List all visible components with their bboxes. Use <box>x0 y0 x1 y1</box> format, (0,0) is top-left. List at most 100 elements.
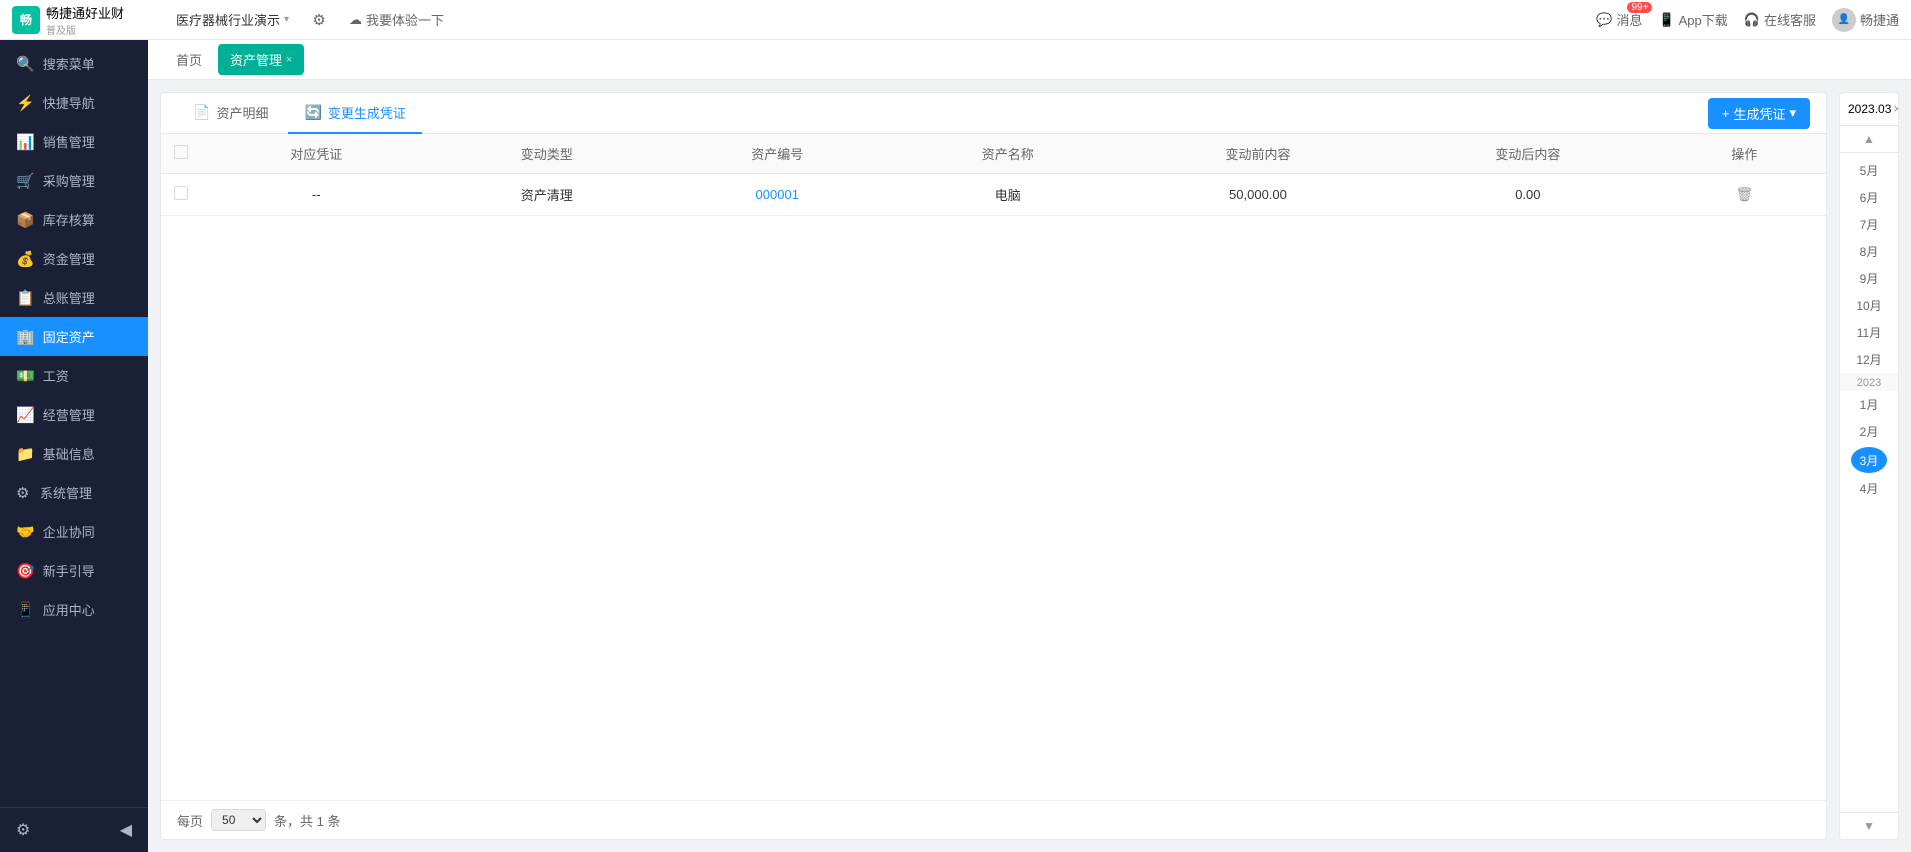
calendar-month-10[interactable]: 10月 <box>1840 292 1898 319</box>
calendar-month-7[interactable]: 7月 <box>1840 211 1898 238</box>
calendar-month-5[interactable]: 5月 <box>1840 157 1898 184</box>
calendar-months: 5月 6月 7月 8月 9月 10月 11月 12月 2023 1月 2月 3月… <box>1840 153 1898 812</box>
sidebar-item-label: 采购管理 <box>43 171 95 190</box>
chart-icon: 📊 <box>16 133 35 151</box>
calendar-month-6[interactable]: 6月 <box>1840 184 1898 211</box>
sidebar-item-ledger[interactable]: 📋 总账管理 <box>0 278 148 317</box>
th-asset-code: 资产编号 <box>662 134 893 174</box>
asset-table: 对应凭证 变动类型 资产编号 资产名称 变动前内容 变动后内容 操作 <box>161 134 1826 216</box>
sidebar-item-purchase[interactable]: 🛒 采购管理 <box>0 161 148 200</box>
sidebar-item-label: 库存核算 <box>43 210 95 229</box>
box-icon: 📦 <box>16 211 35 229</box>
sidebar-item-label: 应用中心 <box>43 600 95 619</box>
per-page-select[interactable]: 50 10 20 100 <box>211 809 266 831</box>
sidebar-footer: ⚙ ◀ <box>0 807 148 852</box>
sidebar-item-basic-info[interactable]: 📁 基础信息 <box>0 434 148 473</box>
sidebar-item-sales[interactable]: 📊 销售管理 <box>0 122 148 161</box>
sidebar-item-label: 搜索菜单 <box>43 54 95 73</box>
user-menu[interactable]: 👤 畅捷通 <box>1832 8 1899 32</box>
row-checkbox[interactable] <box>174 186 188 200</box>
tab-home[interactable]: 首页 <box>164 44 214 75</box>
delete-button[interactable]: 🗑 <box>1730 184 1760 205</box>
th-change-type: 变动类型 <box>432 134 663 174</box>
sidebar-item-fixed-assets[interactable]: 🏢 固定资产 <box>0 317 148 356</box>
folder-icon: 📁 <box>16 445 35 463</box>
salary-icon: 💵 <box>16 367 35 385</box>
service-icon: 🎧 <box>1744 12 1760 28</box>
table-wrapper: 对应凭证 变动类型 资产编号 资产名称 变动前内容 变动后内容 操作 <box>161 134 1826 800</box>
money-icon: 💰 <box>16 250 35 268</box>
select-all-checkbox[interactable] <box>174 145 188 159</box>
generate-voucher-button[interactable]: + 生成凭证 ▾ <box>1708 98 1810 129</box>
experience-button[interactable]: ☁ 我要体验一下 <box>341 6 452 33</box>
sidebar: 🔍 搜索菜单 ⚡ 快捷导航 📊 销售管理 🛒 采购管理 📦 库存核算 💰 <box>0 40 148 852</box>
sidebar-item-label: 工资 <box>43 366 69 385</box>
td-asset-code: 000001 <box>662 174 893 216</box>
sidebar-item-label: 系统管理 <box>40 483 92 502</box>
lightning-icon: ⚡ <box>16 94 35 112</box>
year-2023-label: 2023 <box>1840 373 1898 391</box>
app-download-button[interactable]: 📱 App下载 <box>1658 10 1727 29</box>
company-selector[interactable]: 医疗器械行业演示 ▾ <box>168 6 297 33</box>
td-before-change: 50,000.00 <box>1123 174 1393 216</box>
tab-asset-management[interactable]: 资产管理 × <box>218 44 304 75</box>
messages-badge: 99+ <box>1627 2 1652 13</box>
building-icon: 🏢 <box>16 328 35 346</box>
sub-tab-asset-detail[interactable]: 📄 资产明细 <box>177 93 284 134</box>
sub-tab-change-voucher[interactable]: 🔄 变更生成凭证 <box>288 93 421 134</box>
sidebar-item-inventory[interactable]: 📦 库存核算 <box>0 200 148 239</box>
close-icon[interactable]: × <box>1891 99 1899 119</box>
table-header-row: 对应凭证 变动类型 资产编号 资产名称 变动前内容 变动后内容 操作 <box>161 134 1826 174</box>
logo-icon: 畅 <box>12 6 40 34</box>
page-tabs: 首页 资产管理 × <box>148 40 1911 80</box>
calendar-month-4[interactable]: 4月 <box>1840 475 1898 502</box>
settings-icon[interactable]: ⚙ <box>305 6 333 34</box>
sidebar-item-label: 企业协同 <box>43 522 95 541</box>
calendar-title: 2023.03 <box>1848 102 1891 116</box>
total-label: 条，共 1 条 <box>274 811 340 830</box>
calendar-month-12[interactable]: 12月 <box>1840 346 1898 373</box>
prev-year-icon[interactable]: ▲ <box>1861 130 1877 148</box>
logo-text: 畅捷通好业财 普及版 <box>46 3 124 37</box>
asset-panel: 📄 资产明细 🔄 变更生成凭证 + 生成凭证 ▾ <box>160 92 1827 840</box>
footer-settings-icon[interactable]: ⚙ <box>12 816 34 844</box>
sidebar-item-label: 快捷导航 <box>43 93 95 112</box>
gear-icon: ⚙ <box>16 484 32 502</box>
calendar-month-3-active[interactable]: 3月 <box>1851 447 1887 473</box>
pagination-bar: 每页 50 10 20 100 条，共 1 条 <box>161 800 1826 839</box>
messages-button[interactable]: 💬 消息 99+ <box>1596 10 1642 29</box>
calendar-month-1[interactable]: 1月 <box>1840 391 1898 418</box>
ledger-icon: 📋 <box>16 289 35 307</box>
online-service-button[interactable]: 🎧 在线客服 <box>1744 10 1816 29</box>
change-icon: 🔄 <box>304 104 321 121</box>
th-after-change: 变动后内容 <box>1393 134 1663 174</box>
calendar-month-2[interactable]: 2月 <box>1840 418 1898 445</box>
calendar-month-11[interactable]: 11月 <box>1840 319 1898 346</box>
sidebar-item-cooperation[interactable]: 🤝 企业协同 <box>0 512 148 551</box>
generate-icon: + <box>1722 106 1730 121</box>
sidebar-item-app-center[interactable]: 📱 应用中心 <box>0 590 148 629</box>
tab-close-icon[interactable]: × <box>286 54 292 66</box>
sidebar-nav: 🔍 搜索菜单 ⚡ 快捷导航 📊 销售管理 🛒 采购管理 📦 库存核算 💰 <box>0 40 148 807</box>
sidebar-item-funds[interactable]: 💰 资金管理 <box>0 239 148 278</box>
sidebar-item-search[interactable]: 🔍 搜索菜单 <box>0 44 148 83</box>
content-area: 首页 资产管理 × 📄 资产明细 🔄 <box>148 40 1911 852</box>
sidebar-item-salary[interactable]: 💵 工资 <box>0 356 148 395</box>
sidebar-item-system[interactable]: ⚙ 系统管理 <box>0 473 148 512</box>
header-right: 💬 消息 99+ 📱 App下载 🎧 在线客服 👤 畅捷通 <box>1596 8 1899 32</box>
cart-icon: 🛒 <box>16 172 35 190</box>
sidebar-item-quick-nav[interactable]: ⚡ 快捷导航 <box>0 83 148 122</box>
detail-icon: 📄 <box>193 104 210 121</box>
per-page-label: 每页 <box>177 811 203 830</box>
sidebar-item-guide[interactable]: 🎯 新手引导 <box>0 551 148 590</box>
search-icon: 🔍 <box>16 55 35 73</box>
sidebar-item-label: 固定资产 <box>43 327 95 346</box>
sidebar-item-management[interactable]: 📈 经营管理 <box>0 395 148 434</box>
th-operation: 操作 <box>1663 134 1826 174</box>
calendar-month-8[interactable]: 8月 <box>1840 238 1898 265</box>
sidebar-collapse-icon[interactable]: ◀ <box>116 816 136 844</box>
calendar-month-9[interactable]: 9月 <box>1840 265 1898 292</box>
next-year-icon[interactable]: ▼ <box>1861 817 1877 835</box>
sidebar-item-label: 新手引导 <box>43 561 95 580</box>
inner-page: 📄 资产明细 🔄 变更生成凭证 + 生成凭证 ▾ <box>148 80 1911 852</box>
